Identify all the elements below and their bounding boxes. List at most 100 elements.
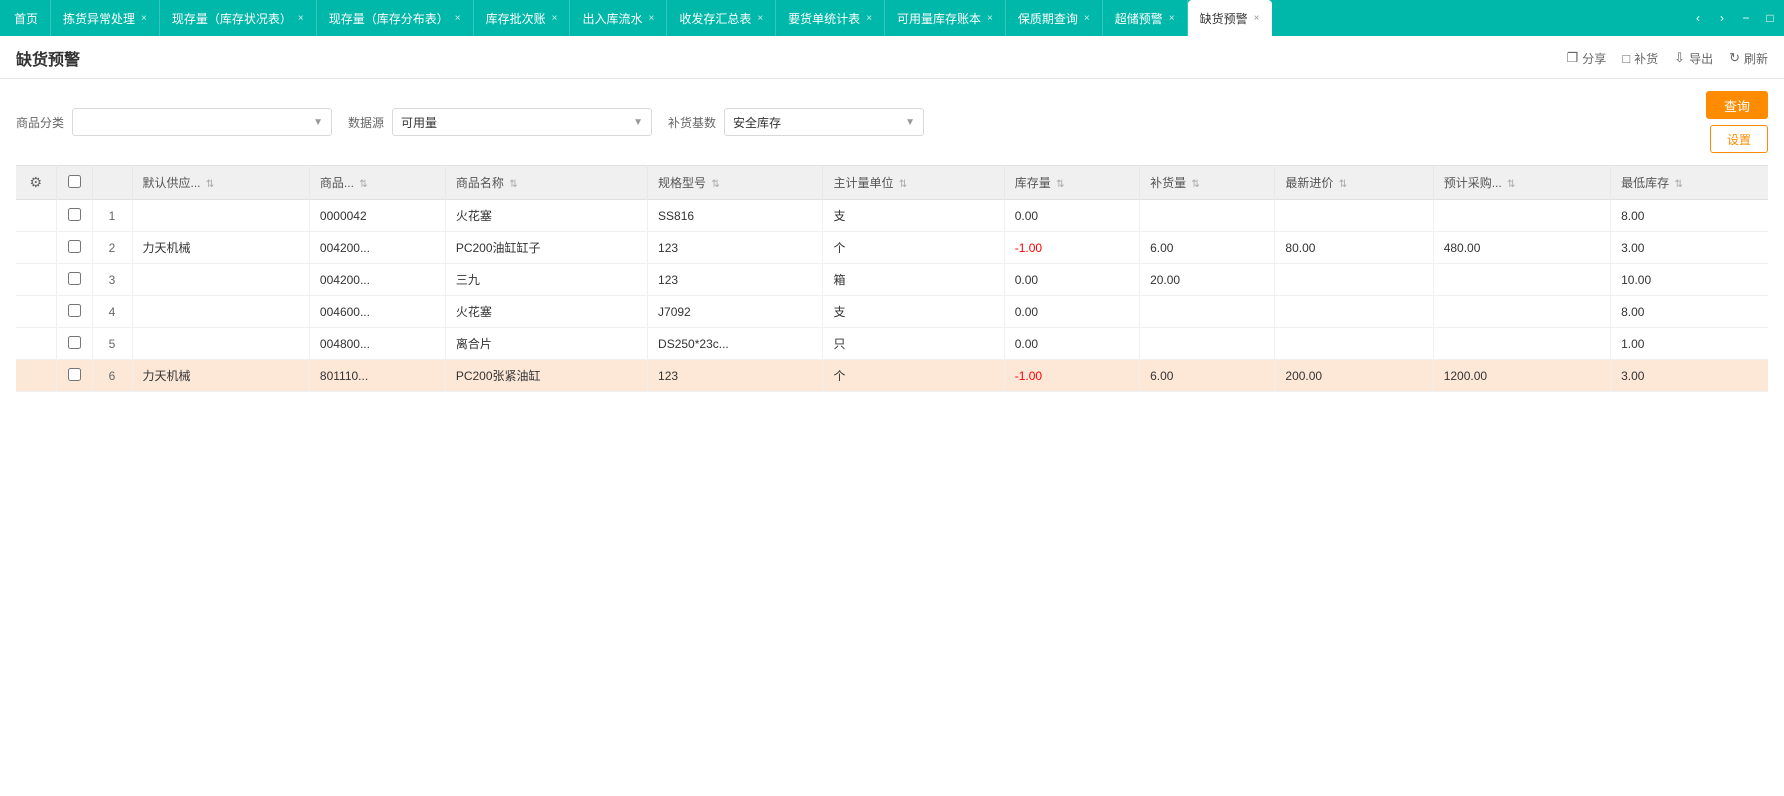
refresh-button[interactable]: ↻ 刷新 [1729, 50, 1768, 67]
tab-close-picking[interactable]: × [141, 13, 147, 24]
col-header-num [92, 166, 132, 200]
datasource-select[interactable]: 可用量 ▼ [392, 108, 652, 136]
row-supplier [132, 264, 309, 296]
row-latest-price [1275, 200, 1433, 232]
row-checkbox-cell[interactable] [56, 296, 92, 328]
row-product-code: 004600... [309, 296, 445, 328]
row-num: 5 [92, 328, 132, 360]
row-replenish-qty: 6.00 [1140, 232, 1275, 264]
row-checkbox-cell[interactable] [56, 360, 92, 392]
sort-spec-icon: ⇅ [711, 179, 719, 190]
query-button[interactable]: 查询 [1706, 91, 1768, 119]
row-checkbox[interactable] [68, 304, 81, 317]
col-header-product-code[interactable]: 商品... ⇅ [309, 166, 445, 200]
row-product-name: PC200油缸缸子 [445, 232, 647, 264]
tab-prev-btn[interactable]: ‹ [1686, 0, 1710, 36]
row-checkbox[interactable] [68, 272, 81, 285]
datasource-filter-group: 数据源 可用量 ▼ [348, 108, 652, 136]
col-header-est-purchase[interactable]: 预计采购... ⇅ [1433, 166, 1610, 200]
tab-stock-dist[interactable]: 现存量（库存分布表） × [317, 0, 474, 36]
col-header-product-name[interactable]: 商品名称 ⇅ [445, 166, 647, 200]
category-select[interactable]: ▼ [72, 108, 332, 136]
table-header-row: ⚙ 默认供应... ⇅ 商品... ⇅ 商品名称 [16, 166, 1768, 200]
row-checkbox-cell[interactable] [56, 232, 92, 264]
col-header-settings[interactable]: ⚙ [16, 166, 56, 200]
row-stock: 0.00 [1004, 296, 1139, 328]
tab-stock-status[interactable]: 现存量（库存状况表） × [160, 0, 317, 36]
col-header-min-stock[interactable]: 最低库存 ⇅ [1611, 166, 1768, 200]
share-button[interactable]: ❐ 分享 [1567, 50, 1607, 67]
row-checkbox[interactable] [68, 368, 81, 381]
select-all-checkbox[interactable] [68, 175, 81, 188]
export-icon: ⇩ [1674, 50, 1685, 66]
row-num: 6 [92, 360, 132, 392]
row-checkbox-cell[interactable] [56, 264, 92, 296]
tab-close-shortage[interactable]: × [1254, 13, 1260, 24]
row-replenish-qty [1140, 200, 1275, 232]
tab-summary[interactable]: 收发存汇总表 × [667, 0, 776, 36]
sort-supplier-icon: ⇅ [206, 179, 214, 190]
row-settings [16, 264, 56, 296]
row-stock: 0.00 [1004, 264, 1139, 296]
tab-overstock[interactable]: 超储预警 × [1103, 0, 1188, 36]
replenish-button[interactable]: □ 补货 [1622, 50, 1658, 67]
tab-close-available[interactable]: × [987, 13, 993, 24]
row-product-name: 火花塞 [445, 296, 647, 328]
tab-minimize-btn[interactable]: − [1734, 0, 1758, 36]
row-unit: 个 [823, 232, 1004, 264]
col-header-spec[interactable]: 规格型号 ⇅ [648, 166, 823, 200]
row-settings [16, 296, 56, 328]
row-checkbox-cell[interactable] [56, 328, 92, 360]
sort-replenish-icon: ⇅ [1191, 179, 1199, 190]
row-min-stock: 10.00 [1611, 264, 1768, 296]
tab-next-btn[interactable]: › [1710, 0, 1734, 36]
row-checkbox[interactable] [68, 240, 81, 253]
row-latest-price: 80.00 [1275, 232, 1433, 264]
tab-picking[interactable]: 拣货异常处理 × [51, 0, 160, 36]
row-supplier [132, 200, 309, 232]
replenish-select[interactable]: 安全库存 ▼ [724, 108, 924, 136]
datasource-value: 可用量 [401, 114, 437, 131]
tab-home[interactable]: 首页 [2, 0, 51, 36]
col-header-supplier[interactable]: 默认供应... ⇅ [132, 166, 309, 200]
tab-expiry[interactable]: 保质期查询 × [1006, 0, 1103, 36]
row-checkbox[interactable] [68, 336, 81, 349]
filter-right: 查询 设置 [1706, 91, 1768, 153]
table-row: 2 力天机械 004200... PC200油缸缸子 123 个 -1.00 6… [16, 232, 1768, 264]
col-header-latest-price[interactable]: 最新进价 ⇅ [1275, 166, 1433, 200]
tab-shortage[interactable]: 缺货预警 × [1188, 0, 1273, 36]
tab-close-requisition[interactable]: × [866, 13, 872, 24]
tab-requisition[interactable]: 要货单统计表 × [776, 0, 885, 36]
row-checkbox-cell[interactable] [56, 200, 92, 232]
share-icon: ❐ [1567, 50, 1579, 66]
sort-min-icon: ⇅ [1674, 179, 1682, 190]
table-container: ⚙ 默认供应... ⇅ 商品... ⇅ 商品名称 [0, 165, 1784, 392]
tab-close-flow[interactable]: × [648, 13, 654, 24]
col-header-unit[interactable]: 主计量单位 ⇅ [823, 166, 1004, 200]
row-product-name: 离合片 [445, 328, 647, 360]
tab-close-summary[interactable]: × [757, 13, 763, 24]
gear-icon[interactable]: ⚙ [29, 174, 42, 190]
settings-button[interactable]: 设置 [1710, 125, 1768, 153]
tab-available[interactable]: 可用量库存账本 × [885, 0, 1006, 36]
tab-close-batch[interactable]: × [552, 13, 558, 24]
row-checkbox[interactable] [68, 208, 81, 221]
tab-close-expiry[interactable]: × [1084, 13, 1090, 24]
row-stock: 0.00 [1004, 328, 1139, 360]
category-label: 商品分类 [16, 114, 64, 131]
tab-close-overstock[interactable]: × [1169, 13, 1175, 24]
tab-maximize-btn[interactable]: □ [1758, 0, 1782, 36]
row-product-name: PC200张紧油缸 [445, 360, 647, 392]
col-header-stock[interactable]: 库存量 ⇅ [1004, 166, 1139, 200]
col-header-checkbox[interactable] [56, 166, 92, 200]
tab-close-stock-status[interactable]: × [298, 13, 304, 24]
row-product-name: 三九 [445, 264, 647, 296]
table-body: 1 0000042 火花塞 SS816 支 0.00 8.00 2 力天机械 0… [16, 200, 1768, 392]
col-header-replenish-qty[interactable]: 补货量 ⇅ [1140, 166, 1275, 200]
page-content: 缺货预警 ❐ 分享 □ 补货 ⇩ 导出 ↻ 刷新 商品分类 [0, 36, 1784, 796]
export-button[interactable]: ⇩ 导出 [1674, 50, 1713, 67]
tab-batch[interactable]: 库存批次账 × [474, 0, 571, 36]
tab-flow[interactable]: 出入库流水 × [570, 0, 667, 36]
tab-close-stock-dist[interactable]: × [455, 13, 461, 24]
row-product-code: 0000042 [309, 200, 445, 232]
